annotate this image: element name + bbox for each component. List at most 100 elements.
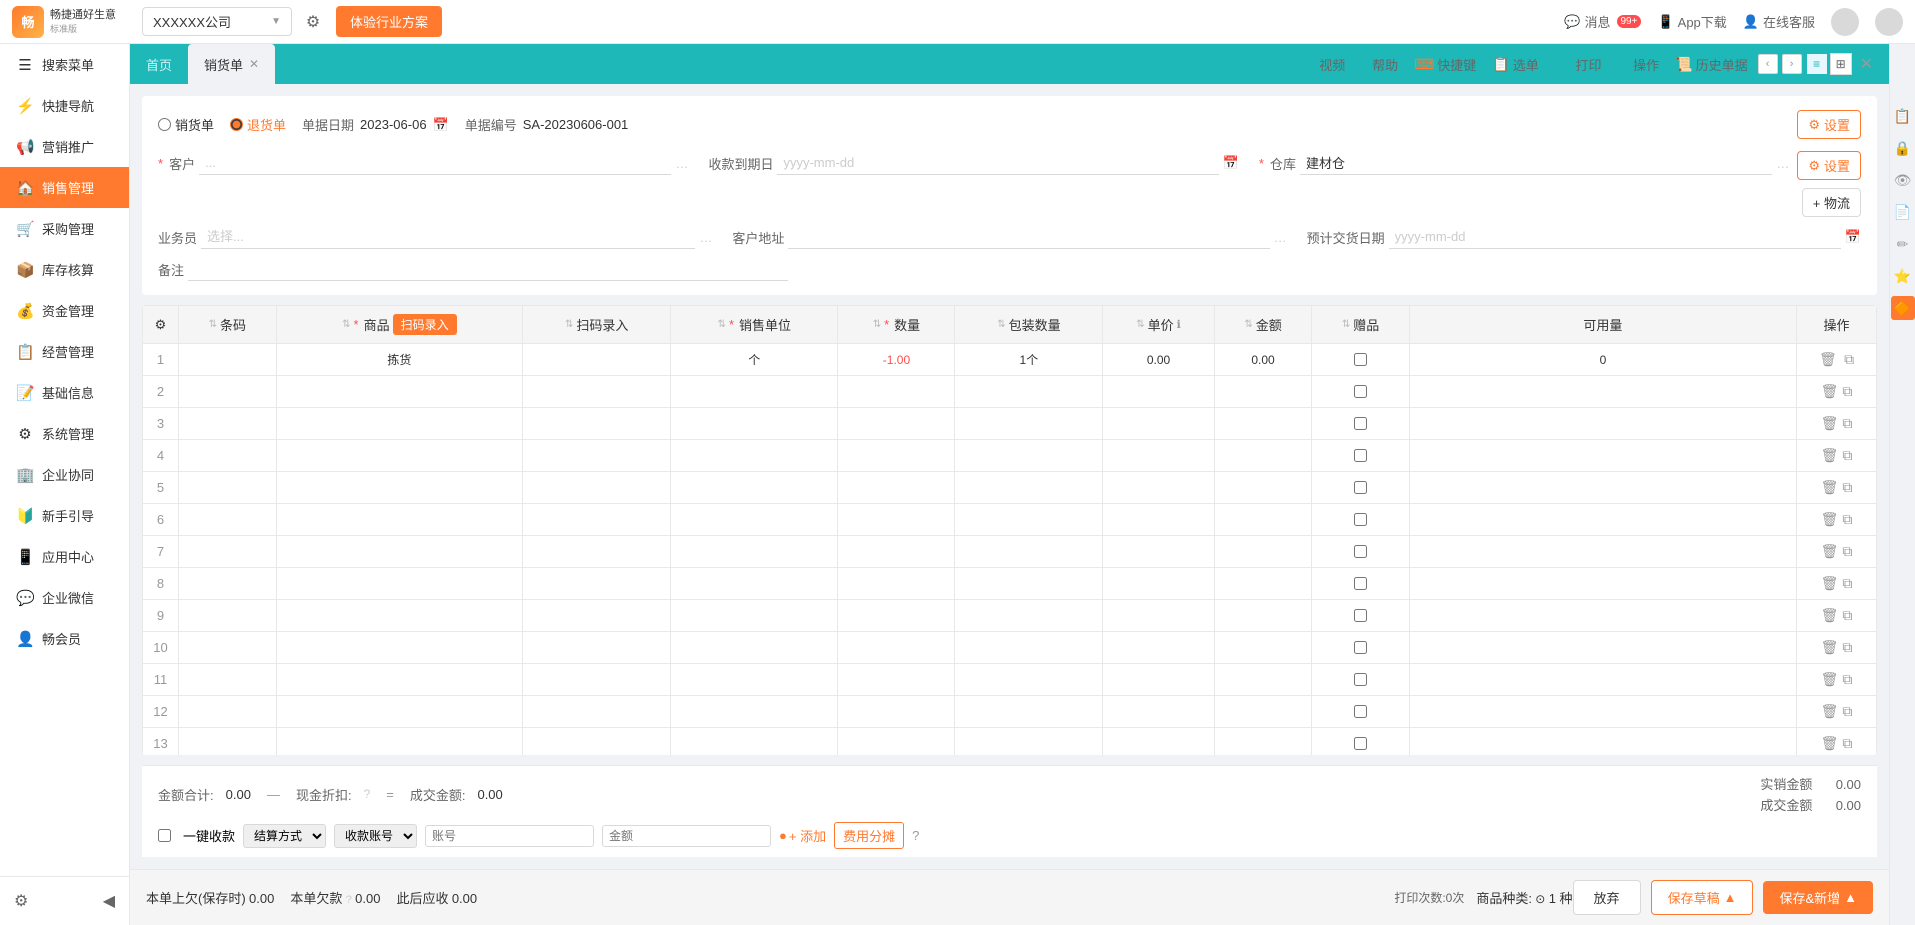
gift-checkbox[interactable]: [1354, 609, 1367, 622]
product-types-icon[interactable]: ⊙: [1535, 892, 1545, 906]
delete-icon[interactable]: 🗑: [1821, 479, 1839, 495]
gift-checkbox[interactable]: [1354, 705, 1367, 718]
delete-icon[interactable]: 🗑: [1821, 543, 1839, 559]
delete-icon[interactable]: 🗑: [1821, 415, 1839, 431]
sales-radio-input[interactable]: [158, 118, 171, 131]
gift-checkbox[interactable]: [1354, 737, 1367, 750]
row-price-1[interactable]: 0.00: [1103, 344, 1214, 376]
scan-btn[interactable]: 扫码录入: [393, 314, 457, 335]
gift-checkbox[interactable]: [1354, 641, 1367, 654]
add-payment-btn[interactable]: ● + 添加: [779, 826, 826, 845]
due-date-input[interactable]: [777, 151, 1218, 175]
save-draft-btn[interactable]: 保存草稿 ▲: [1651, 880, 1754, 915]
message-button[interactable]: 💬 消息 99+: [1564, 12, 1641, 31]
avatar[interactable]: [1831, 8, 1859, 36]
remarks-input[interactable]: [188, 257, 788, 281]
row-spec-1[interactable]: [523, 344, 671, 376]
price-sort-icon[interactable]: ⇅: [1136, 319, 1144, 330]
copy-icon[interactable]: ⧉: [1842, 607, 1852, 623]
sidebar-item-finance[interactable]: 💰 资金管理: [0, 290, 129, 331]
delete-icon[interactable]: 🗑: [1821, 575, 1839, 591]
grid-view-btn[interactable]: ⊞: [1830, 53, 1852, 75]
copy-icon[interactable]: ⧉: [1842, 479, 1852, 495]
one-click-payment-checkbox[interactable]: [158, 829, 171, 842]
history-btn[interactable]: 📜 历史单据: [1669, 53, 1753, 76]
app-download-button[interactable]: 📱 App下载: [1657, 12, 1726, 31]
save-new-btn[interactable]: 保存&新增 ▲: [1763, 881, 1873, 914]
sidebar-item-basicinfo[interactable]: 📝 基础信息: [0, 372, 129, 413]
row-barcode-1[interactable]: [179, 344, 277, 376]
th-gear[interactable]: ⚙: [143, 306, 179, 344]
video-btn[interactable]: ▶ 视频: [1299, 53, 1351, 76]
company-selector[interactable]: XXXXXX公司 ▼: [142, 7, 292, 36]
rp-icon-6[interactable]: ⭐: [1891, 264, 1915, 288]
help-btn[interactable]: ? 帮助: [1355, 53, 1404, 76]
sidebar-settings-icon[interactable]: ⚙: [14, 891, 28, 911]
gift-checkbox[interactable]: [1354, 545, 1367, 558]
trial-button[interactable]: 体验行业方案: [336, 6, 442, 37]
expense-btn[interactable]: 费用分摊: [834, 822, 904, 849]
sidebar-item-enterprise[interactable]: 🏢 企业协同: [0, 454, 129, 495]
prev-record-btn[interactable]: ‹: [1758, 54, 1778, 74]
barcode-sort-icon[interactable]: ⇅: [209, 319, 217, 330]
copy-icon[interactable]: ⧉: [1842, 447, 1852, 463]
delete-icon[interactable]: 🗑: [1821, 671, 1839, 687]
gift-checkbox[interactable]: [1354, 577, 1367, 590]
copy-icon[interactable]: ⧉: [1842, 703, 1852, 719]
sidebar-item-purchase[interactable]: 🛒 采购管理: [0, 208, 129, 249]
rp-icon-2[interactable]: 🔒: [1891, 136, 1915, 160]
warehouse-more-icon[interactable]: …: [1776, 156, 1789, 171]
delete-icon[interactable]: 🗑: [1821, 447, 1839, 463]
delete-icon[interactable]: 🗑: [1821, 639, 1839, 655]
settings-btn[interactable]: ⚙ 设置: [1797, 110, 1861, 139]
delete-icon[interactable]: 🗑: [1821, 703, 1839, 719]
return-bill-radio[interactable]: 退货单: [230, 115, 286, 134]
price-info-icon[interactable]: ℹ: [1177, 318, 1181, 331]
tab-sales-order[interactable]: 销货单 ✕: [188, 44, 275, 84]
customer-more-icon[interactable]: …: [675, 156, 688, 171]
sidebar-item-guide[interactable]: 🔰 新手引导: [0, 495, 129, 536]
amount-sort-icon[interactable]: ⇅: [1244, 319, 1252, 330]
config-btn[interactable]: ⚙ 设置: [1797, 151, 1861, 180]
discount-info-icon[interactable]: ?: [364, 787, 371, 801]
rp-icon-1[interactable]: 📋: [1891, 104, 1915, 128]
calc-method-select[interactable]: 结算方式: [243, 824, 326, 848]
unit-sort-icon[interactable]: ⇅: [718, 319, 726, 330]
sidebar-item-appcenter[interactable]: 📱 应用中心: [0, 536, 129, 577]
gift-checkbox[interactable]: [1354, 481, 1367, 494]
tab-close-icon[interactable]: ✕: [249, 57, 259, 71]
delete-icon[interactable]: 🗑: [1821, 607, 1839, 623]
next-record-btn[interactable]: ›: [1782, 54, 1802, 74]
copy-icon[interactable]: ⧉: [1842, 735, 1852, 751]
copy-row-1-icon[interactable]: ⧉: [1844, 351, 1854, 367]
copy-icon[interactable]: ⧉: [1842, 639, 1852, 655]
sidebar-item-inventory[interactable]: 📦 库存核算: [0, 249, 129, 290]
sidebar-item-sales[interactable]: 🏠 销售管理: [0, 167, 129, 208]
calendar-icon[interactable]: 📅: [433, 117, 449, 133]
copy-icon[interactable]: ⧉: [1842, 511, 1852, 527]
account-input[interactable]: [425, 825, 594, 847]
expense-help-icon[interactable]: ?: [912, 828, 919, 843]
gift-checkbox[interactable]: [1354, 449, 1367, 462]
online-support-button[interactable]: 👤 在线客服: [1743, 12, 1815, 31]
customer-input[interactable]: [199, 151, 671, 175]
customer-address-input[interactable]: [788, 225, 1269, 249]
copy-icon[interactable]: ⧉: [1842, 543, 1852, 559]
tab-home[interactable]: 首页: [130, 44, 188, 84]
salesperson-input[interactable]: [201, 225, 695, 249]
account-select[interactable]: 收款账号: [334, 824, 417, 848]
print-btn[interactable]: 🖨 打印: [1549, 53, 1608, 76]
sidebar-item-wechat[interactable]: 💬 企业微信: [0, 577, 129, 618]
row-gift-1[interactable]: [1312, 344, 1410, 376]
rp-icon-3[interactable]: 👁: [1891, 168, 1915, 192]
sidebar-item-member[interactable]: 👤 畅会员: [0, 618, 129, 659]
rp-icon-7[interactable]: 🔶: [1891, 296, 1915, 320]
sidebar-item-search[interactable]: ☰ 搜索菜单: [0, 44, 129, 85]
copy-icon[interactable]: ⧉: [1842, 383, 1852, 399]
salesperson-more-icon[interactable]: …: [699, 230, 712, 245]
spec-sort-icon[interactable]: ⇅: [565, 319, 573, 330]
due-date-calendar-icon[interactable]: 📅: [1223, 155, 1239, 171]
discard-btn[interactable]: 放弃: [1573, 880, 1641, 915]
sales-bill-radio[interactable]: 销货单: [158, 115, 214, 134]
amount-input[interactable]: [602, 825, 771, 847]
